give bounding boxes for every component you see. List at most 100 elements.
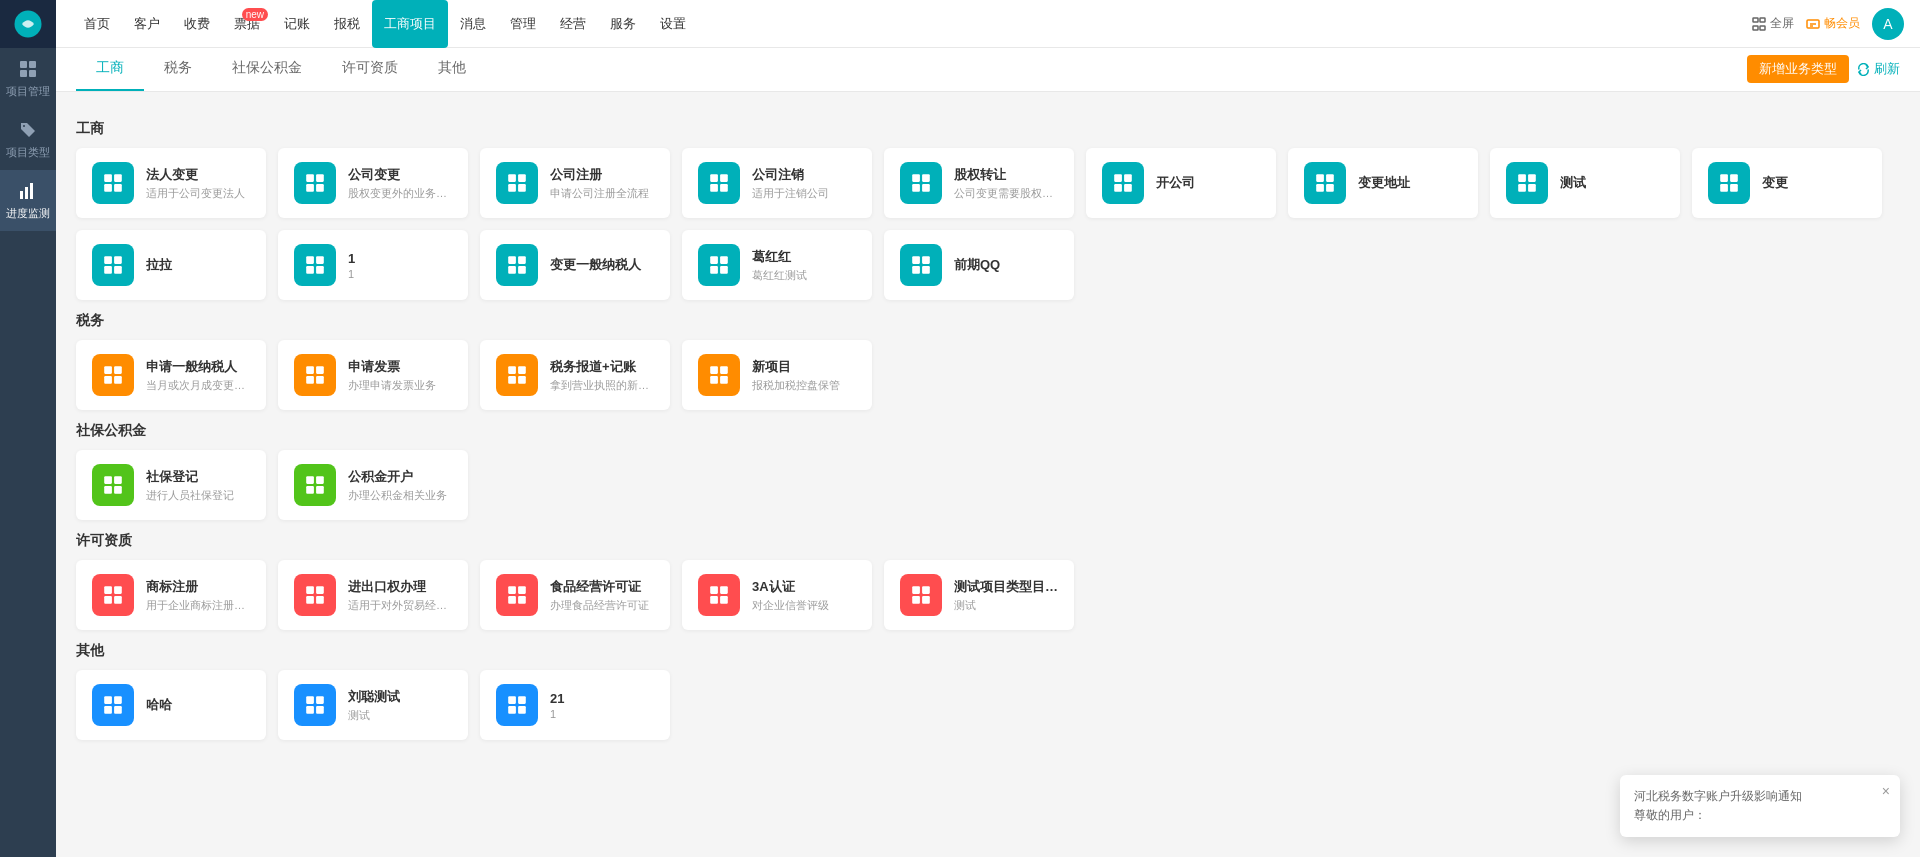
card-icon <box>294 162 336 204</box>
nav-tax[interactable]: 报税 <box>322 0 372 48</box>
list-item[interactable]: 新项目报税加税控盘保管 <box>682 340 872 410</box>
card-icon <box>496 684 538 726</box>
tab-other[interactable]: 其他 <box>418 47 486 91</box>
svg-rect-20 <box>306 184 314 192</box>
svg-rect-71 <box>114 366 122 374</box>
refresh-button[interactable]: 刷新 <box>1857 60 1900 78</box>
nav-customer[interactable]: 客户 <box>122 0 172 48</box>
card-name: 变更 <box>1762 174 1866 192</box>
nav-bizproject[interactable]: 工商项目 <box>372 0 448 48</box>
member-button[interactable]: 畅会员 <box>1806 15 1860 32</box>
list-item[interactable]: 刘聪测试测试 <box>278 670 468 740</box>
nav-manage[interactable]: 管理 <box>498 0 548 48</box>
svg-rect-105 <box>518 596 526 604</box>
list-item[interactable]: 公司注册申请公司注册全流程 <box>480 148 670 218</box>
list-item[interactable]: 申请发票办理申请发票业务 <box>278 340 468 410</box>
svg-rect-37 <box>1124 184 1132 192</box>
list-item[interactable]: 拉拉 <box>76 230 266 300</box>
list-item[interactable]: 进出口权办理适用于对外贸易经营者 <box>278 560 468 630</box>
svg-rect-114 <box>104 696 112 704</box>
card-name: 3A认证 <box>752 578 856 596</box>
svg-rect-63 <box>720 256 728 264</box>
list-item[interactable]: 测试 <box>1490 148 1680 218</box>
list-item[interactable]: 葛红红葛红红测试 <box>682 230 872 300</box>
svg-rect-82 <box>710 366 718 374</box>
list-item[interactable]: 公司变更股权变更外的业务变更 <box>278 148 468 218</box>
list-item[interactable]: 商标注册用于企业商标注册服务 <box>76 560 266 630</box>
notification-close[interactable]: × <box>1882 783 1890 799</box>
card-icon <box>698 354 740 396</box>
avatar[interactable]: A <box>1872 8 1904 40</box>
card-desc: 拿到营业执照的新公司 <box>550 378 654 393</box>
svg-rect-32 <box>912 184 920 192</box>
list-item[interactable]: 哈哈 <box>76 670 266 740</box>
list-item[interactable]: 变更 <box>1692 148 1882 218</box>
svg-rect-27 <box>720 174 728 182</box>
svg-rect-60 <box>508 266 516 274</box>
list-item[interactable]: 税务报道+记账拿到营业执照的新公司 <box>480 340 670 410</box>
nav-invoice[interactable]: 票据 new <box>222 0 272 48</box>
svg-rect-89 <box>114 486 122 494</box>
svg-rect-6 <box>25 187 28 199</box>
nav-message[interactable]: 消息 <box>448 0 498 48</box>
svg-rect-34 <box>1114 174 1122 182</box>
list-item[interactable]: 申请一般纳税人当月或次月成变更完成 <box>76 340 266 410</box>
list-item[interactable]: 食品经营许可证办理食品经营许可证 <box>480 560 670 630</box>
card-name: 前期QQ <box>954 256 1058 274</box>
list-item[interactable]: 11 <box>278 230 468 300</box>
tab-shuiwu[interactable]: 税务 <box>144 47 212 91</box>
card-icon <box>92 684 134 726</box>
list-item[interactable]: 公积金开户办理公积金相关业务 <box>278 450 468 520</box>
svg-rect-18 <box>306 174 314 182</box>
svg-rect-39 <box>1326 174 1334 182</box>
svg-rect-116 <box>104 706 112 714</box>
card-desc: 对企业信誉评级 <box>752 598 856 613</box>
sidebar-item-project-type[interactable]: 项目类型 <box>0 109 56 170</box>
nav-fee[interactable]: 收费 <box>172 0 222 48</box>
card-desc: 报税加税控盘保管 <box>752 378 856 393</box>
nav-accounting[interactable]: 记账 <box>272 0 322 48</box>
svg-rect-81 <box>518 376 526 384</box>
list-item[interactable]: 3A认证对企业信誉评级 <box>682 560 872 630</box>
svg-rect-103 <box>518 586 526 594</box>
svg-rect-73 <box>114 376 122 384</box>
list-item[interactable]: 变更地址 <box>1288 148 1478 218</box>
sidebar-logo <box>0 0 56 48</box>
list-item[interactable]: 股权转让公司变更需要股权转让 <box>884 148 1074 218</box>
svg-rect-113 <box>922 596 930 604</box>
sidebar-item-progress[interactable]: 进度监测 <box>0 170 56 231</box>
svg-rect-118 <box>306 696 314 704</box>
list-item[interactable]: 变更一般纳税人 <box>480 230 670 300</box>
nav-settings[interactable]: 设置 <box>648 0 698 48</box>
nav-operation[interactable]: 经营 <box>548 0 598 48</box>
svg-rect-31 <box>922 174 930 182</box>
tab-gongshang[interactable]: 工商 <box>76 47 144 91</box>
svg-rect-11 <box>1753 26 1758 30</box>
sidebar-item-project-mgmt[interactable]: 项目管理 <box>0 48 56 109</box>
card-name: 申请发票 <box>348 358 452 376</box>
svg-rect-16 <box>104 184 112 192</box>
tab-xuke[interactable]: 许可资质 <box>322 47 418 91</box>
card-desc: 适用于公司变更法人 <box>146 186 250 201</box>
list-item[interactable]: 公司注销适用于注销公司 <box>682 148 872 218</box>
list-item[interactable]: 前期QQ <box>884 230 1074 300</box>
svg-rect-94 <box>104 586 112 594</box>
svg-rect-125 <box>518 706 526 714</box>
list-item[interactable]: 测试项目类型目定义测试 <box>884 560 1074 630</box>
nav-service[interactable]: 服务 <box>598 0 648 48</box>
card-name: 变更地址 <box>1358 174 1462 192</box>
list-item[interactable]: 开公司 <box>1086 148 1276 218</box>
content-area: 工商法人变更适用于公司变更法人公司变更股权变更外的业务变更公司注册申请公司注册全… <box>56 92 1920 764</box>
tab-shebao[interactable]: 社保公积金 <box>212 47 322 91</box>
nav-home[interactable]: 首页 <box>72 0 122 48</box>
sidebar-item-label: 项目类型 <box>6 145 50 160</box>
svg-rect-93 <box>316 486 324 494</box>
fullscreen-button[interactable]: 全屏 <box>1752 15 1794 32</box>
list-item[interactable]: 法人变更适用于公司变更法人 <box>76 148 266 218</box>
list-item[interactable]: 211 <box>480 670 670 740</box>
svg-rect-123 <box>518 696 526 704</box>
add-business-button[interactable]: 新增业务类型 <box>1747 55 1849 83</box>
svg-rect-61 <box>518 266 526 274</box>
section-title: 工商 <box>76 120 1900 138</box>
list-item[interactable]: 社保登记进行人员社保登记 <box>76 450 266 520</box>
